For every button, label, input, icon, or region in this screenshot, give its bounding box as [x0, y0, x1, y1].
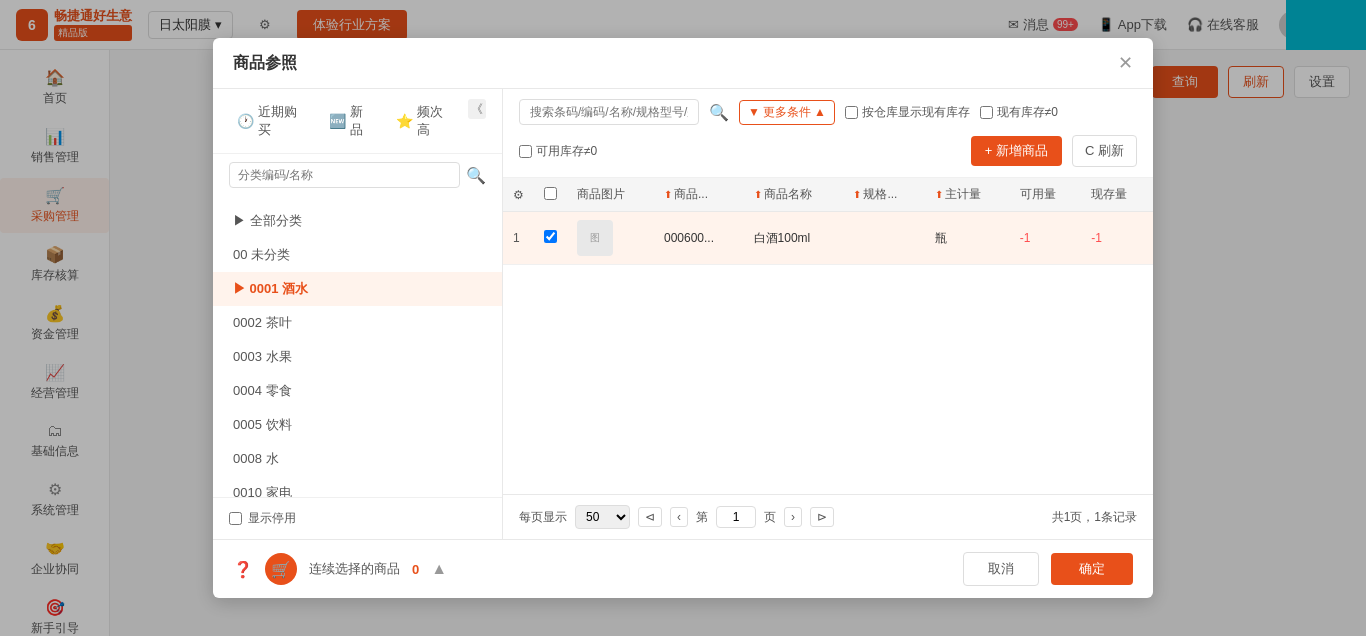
star-icon: ⭐	[396, 113, 413, 129]
row-num: 1	[503, 212, 534, 265]
product-search-input[interactable]	[519, 99, 699, 125]
modal-body: 🕐 近期购买 🆕 新品 ⭐ 频次高 《 🔍	[213, 89, 1153, 539]
filter-more-button[interactable]: ▼ 更多条件 ▲	[739, 100, 835, 125]
sort-icon-code: ⬆	[664, 189, 672, 200]
modal-header: 商品参照 ✕	[213, 38, 1153, 89]
category-list: ▶ 全部分类 00 未分类 ▶ 0001 酒水 0002 茶叶 0003 水果	[213, 196, 502, 497]
footer-collapse-button[interactable]: ▲	[431, 560, 447, 578]
category-search-button[interactable]: 🔍	[466, 166, 486, 185]
category-item-unclassified[interactable]: 00 未分类	[213, 238, 502, 272]
product-image: 图	[577, 220, 613, 256]
th-spec[interactable]: ⬆ 规格...	[843, 178, 925, 212]
product-search-button[interactable]: 🔍	[709, 103, 729, 122]
category-item-tea[interactable]: 0002 茶叶	[213, 306, 502, 340]
row-spec	[843, 212, 925, 265]
th-name[interactable]: ⬆ 商品名称	[744, 178, 844, 212]
product-reference-modal: 商品参照 ✕ 🕐 近期购买 🆕 新品 ⭐ 频次高	[213, 38, 1153, 598]
category-item-liquor[interactable]: ▶ 0001 酒水	[213, 272, 502, 306]
category-item-beverage[interactable]: 0005 饮料	[213, 408, 502, 442]
prev-page-button[interactable]: ‹	[670, 507, 688, 527]
new-icon: 🆕	[329, 113, 346, 129]
category-item-snack[interactable]: 0004 零食	[213, 374, 502, 408]
category-search-area: 🔍	[213, 154, 502, 196]
th-available: 可用量	[1010, 178, 1082, 212]
modal-right-panel: 🔍 ▼ 更多条件 ▲ 按仓库显示现有库存 现有库存≠0	[503, 89, 1153, 539]
collapse-panel-button[interactable]: 《	[468, 99, 487, 119]
modal-footer: ❓ 🛒 连续选择的商品 0 ▲ 取消 确定	[213, 539, 1153, 598]
table-header-row: ⚙ 商品图片 ⬆ 商品...	[503, 178, 1153, 212]
row-code: 000600...	[654, 212, 744, 265]
th-unit[interactable]: ⬆ 主计量	[925, 178, 1009, 212]
th-stock: 现存量	[1081, 178, 1153, 212]
row-unit: 瓶	[925, 212, 1009, 265]
usable-stock-checkbox[interactable]: 可用库存≠0	[519, 143, 597, 160]
row-checkbox[interactable]	[534, 212, 567, 265]
row-available: -1	[1010, 212, 1082, 265]
table-row[interactable]: 1 图 000600... 白酒100ml 瓶 -1 -1	[503, 212, 1153, 265]
product-table: ⚙ 商品图片 ⬆ 商品...	[503, 178, 1153, 265]
category-search-input[interactable]	[229, 162, 460, 188]
page-number-input[interactable]	[716, 506, 756, 528]
th-checkbox[interactable]	[534, 178, 567, 212]
row-image: 图	[567, 212, 654, 265]
selected-label: 连续选择的商品	[309, 560, 400, 578]
page-size-select[interactable]: 50 100 200	[575, 505, 630, 529]
row-stock: -1	[1081, 212, 1153, 265]
tab-frequent[interactable]: ⭐ 频次高	[388, 99, 460, 143]
row-name: 白酒100ml	[744, 212, 844, 265]
warehouse-display-checkbox[interactable]: 按仓库显示现有库存	[845, 104, 970, 121]
pagination-bar: 每页显示 50 100 200 ⊲ ‹ 第 页 › ⊳ 共1页，1条记录	[503, 494, 1153, 539]
category-item-water[interactable]: 0008 水	[213, 442, 502, 476]
tab-new-product[interactable]: 🆕 新品	[321, 99, 380, 143]
clock-icon: 🕐	[237, 113, 254, 129]
page-total-info: 共1页，1条记录	[1052, 509, 1137, 526]
first-page-button[interactable]: ⊲	[638, 507, 662, 527]
show-disabled-checkbox[interactable]	[229, 512, 242, 525]
cart-icon[interactable]: 🛒	[265, 553, 297, 585]
sort-icon-spec: ⬆	[853, 189, 861, 200]
available-stock-checkbox[interactable]: 现有库存≠0	[980, 104, 1058, 121]
tab-recent-buy[interactable]: 🕐 近期购买	[229, 99, 313, 143]
help-icon[interactable]: ❓	[233, 560, 253, 579]
category-item-appliance[interactable]: 0010 家电	[213, 476, 502, 497]
next-page-button[interactable]: ›	[784, 507, 802, 527]
modal-left-panel: 🕐 近期购买 🆕 新品 ⭐ 频次高 《 🔍	[213, 89, 503, 539]
th-code[interactable]: ⬆ 商品...	[654, 178, 744, 212]
cancel-button[interactable]: 取消	[963, 552, 1039, 586]
confirm-button[interactable]: 确定	[1051, 553, 1133, 585]
modal-title: 商品参照	[233, 53, 1118, 74]
modal-toolbar: 🔍 ▼ 更多条件 ▲ 按仓库显示现有库存 现有库存≠0	[503, 89, 1153, 178]
select-all-checkbox[interactable]	[544, 187, 557, 200]
product-table-container: ⚙ 商品图片 ⬆ 商品...	[503, 178, 1153, 494]
show-disabled-area: 显示停用	[213, 497, 502, 539]
selected-count: 0	[412, 562, 419, 577]
table-refresh-button[interactable]: C 刷新	[1072, 135, 1137, 167]
modal-overlay: 商品参照 ✕ 🕐 近期购买 🆕 新品 ⭐ 频次高	[0, 0, 1366, 636]
sort-icon-unit: ⬆	[935, 189, 943, 200]
category-item-fruit[interactable]: 0003 水果	[213, 340, 502, 374]
add-product-button[interactable]: + 新增商品	[971, 136, 1062, 166]
sort-icon-name: ⬆	[754, 189, 762, 200]
category-item-all[interactable]: ▶ 全部分类	[213, 204, 502, 238]
filter-icon: ▼	[748, 105, 760, 119]
th-settings: ⚙	[503, 178, 534, 212]
chevron-up-icon: ▲	[814, 105, 826, 119]
modal-left-tabs: 🕐 近期购买 🆕 新品 ⭐ 频次高 《	[213, 89, 502, 154]
th-image: 商品图片	[567, 178, 654, 212]
modal-close-button[interactable]: ✕	[1118, 52, 1133, 74]
last-page-button[interactable]: ⊳	[810, 507, 834, 527]
